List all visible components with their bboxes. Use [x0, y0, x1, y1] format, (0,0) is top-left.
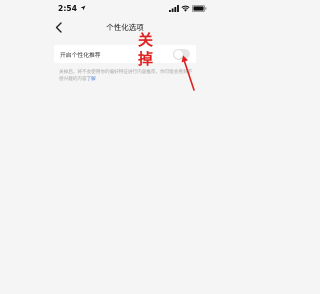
- screen: 2:54 个性化选项 开启个性化推荐 关掉后，将不会使用你的偏好特征进行内容推荐…: [0, 0, 250, 294]
- wifi-icon: [181, 5, 190, 12]
- nav-header: 个性化选项: [0, 18, 250, 38]
- recommendation-description: 关掉后，将不会使用你的偏好特征进行内容推荐，你可能会看到不感兴趣的内容了解: [59, 69, 195, 83]
- location-arrow-icon: [80, 5, 86, 11]
- status-bar: 2:54: [0, 0, 250, 18]
- description-text: 关掉后，将不会使用你的偏好特征进行内容推荐，你可能会看到不感兴趣的内容: [59, 70, 193, 83]
- signal-icon: [169, 5, 179, 12]
- page-title: 个性化选项: [106, 23, 144, 32]
- learn-more-link[interactable]: 了解: [87, 77, 96, 82]
- annotation-arrow-icon: [181, 55, 195, 91]
- annotation-text-2: 掉: [138, 50, 154, 68]
- annotation-text-1: 关: [138, 31, 154, 49]
- battery-icon: [192, 4, 207, 12]
- status-time: 2:54: [58, 4, 78, 13]
- personalized-recommendation-label: 开启个性化推荐: [60, 52, 101, 59]
- personalized-recommendation-row: 开启个性化推荐: [54, 45, 196, 63]
